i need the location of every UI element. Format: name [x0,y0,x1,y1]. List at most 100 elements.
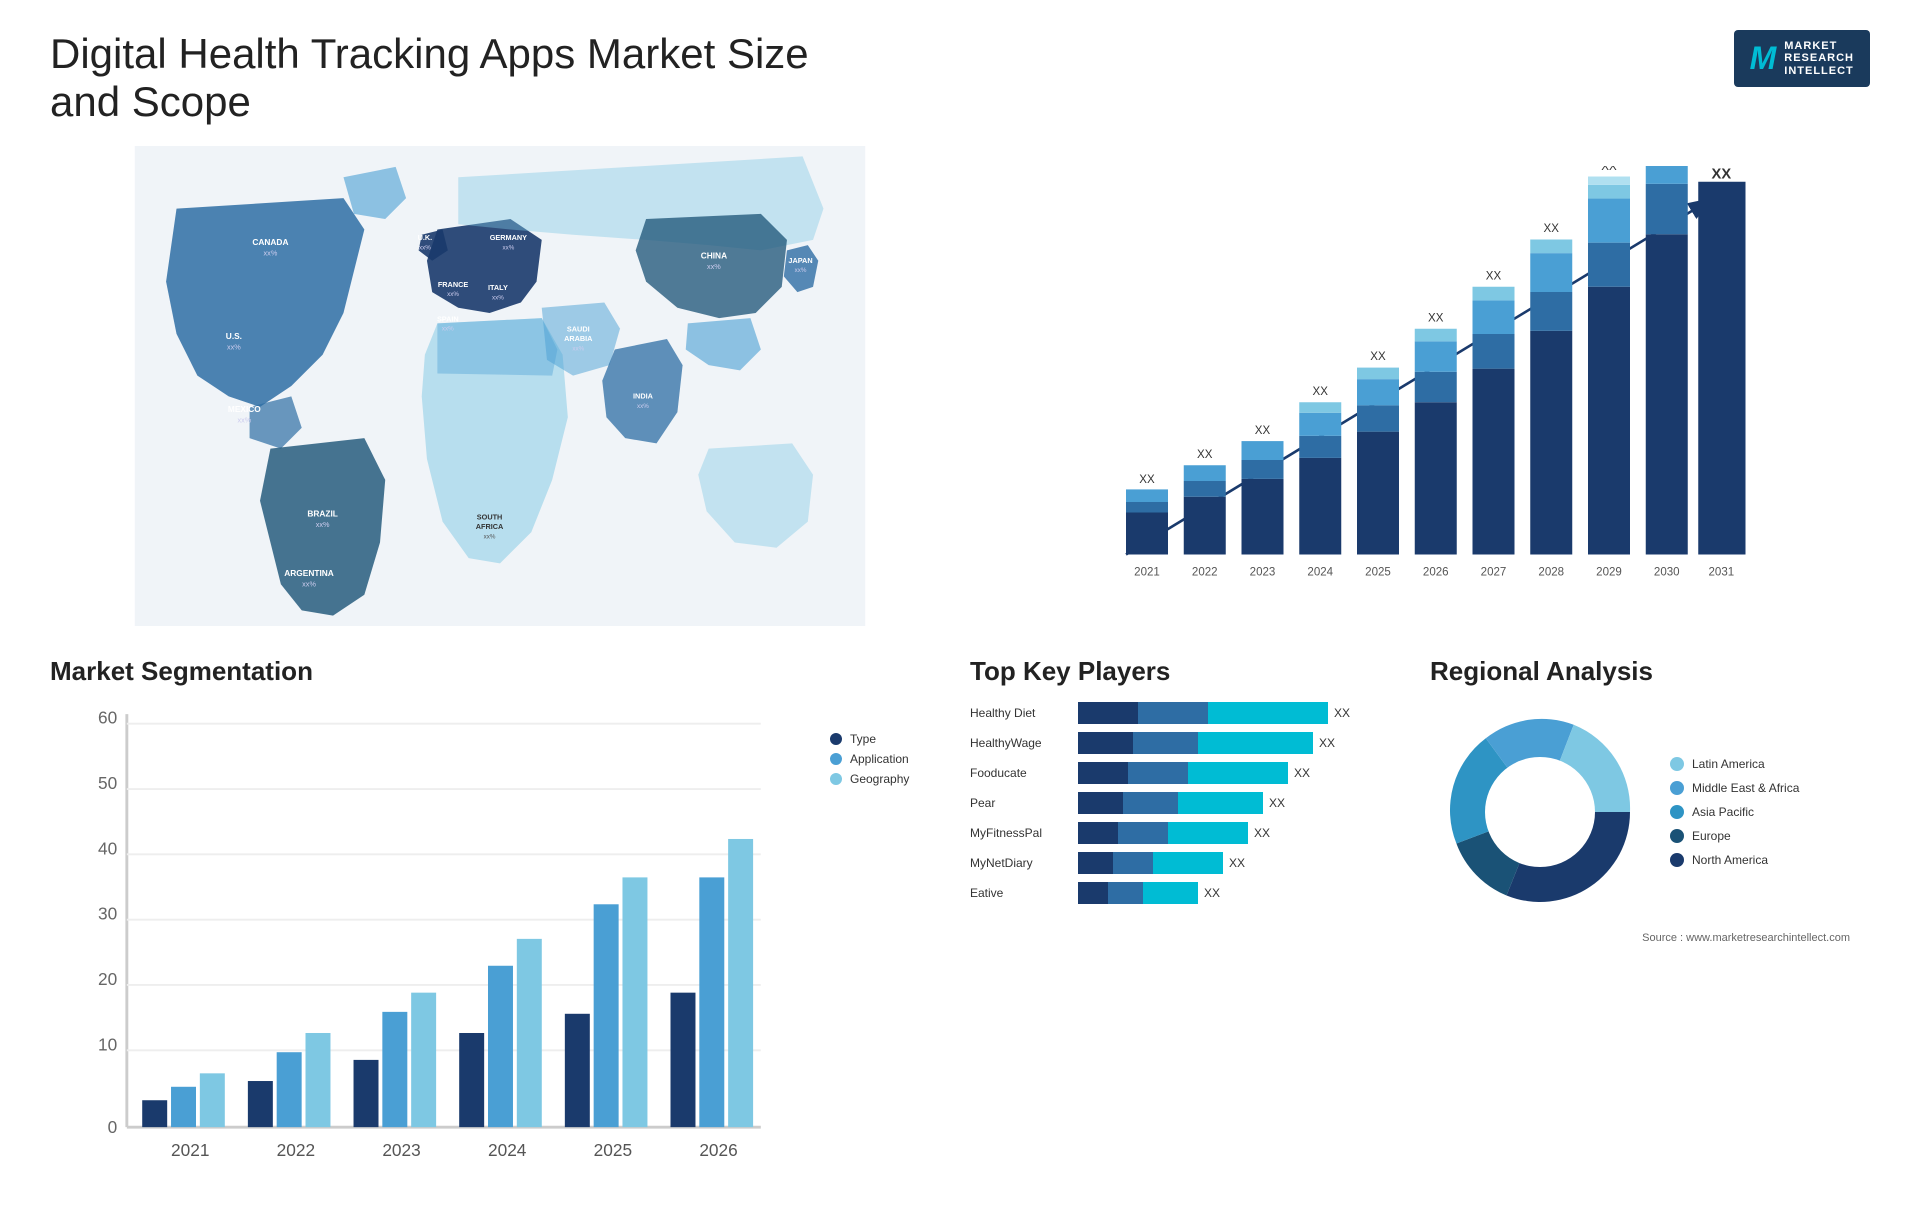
player-xx-myfitnesspal: XX [1254,826,1270,840]
seg3 [1168,822,1248,844]
legend-label-application: Application [850,752,909,766]
svg-text:xx%: xx% [795,267,807,274]
svg-text:xx%: xx% [237,416,251,425]
svg-text:xx%: xx% [316,520,330,529]
legend-label-latin-america: Latin America [1692,757,1765,771]
svg-text:20: 20 [98,969,117,989]
svg-text:2022: 2022 [277,1140,315,1160]
regional-section: Regional Analysis [1430,646,1870,1216]
player-name-mynetdiary: MyNetDiary [970,856,1070,870]
legend-label-asia-pacific: Asia Pacific [1692,805,1754,819]
seg1 [1078,732,1133,754]
svg-text:0: 0 [108,1117,118,1137]
player-xx-pear: XX [1269,796,1285,810]
source-area: Source : www.marketresearchintellect.com [1430,932,1870,944]
regional-legend: Latin America Middle East & Africa Asia … [1670,757,1799,867]
svg-text:40: 40 [98,838,117,858]
world-map-section: CANADA xx% U.S. xx% MEXICO xx% BRAZIL xx… [50,146,950,626]
player-bar-segs-eative [1078,882,1198,904]
seg2 [1138,702,1208,724]
seg2 [1118,822,1168,844]
legend-label-europe: Europe [1692,829,1731,843]
svg-text:SAUDI: SAUDI [567,325,590,334]
svg-text:SPAIN: SPAIN [437,314,459,323]
bottom-right: Top Key Players Healthy Diet XX [970,646,1870,1216]
svg-text:xx%: xx% [302,579,316,588]
svg-text:U.K.: U.K. [418,233,433,242]
legend-dot-europe [1670,829,1684,843]
growth-chart-wrapper: XX XX XX XX [990,166,1850,586]
svg-text:XX: XX [1486,270,1502,282]
legend-label-middle-east: Middle East & Africa [1692,781,1799,795]
segmentation-content: 60 50 40 30 20 10 0 [50,702,950,1206]
svg-text:2031: 2031 [1709,567,1735,579]
donut-chart-wrapper [1430,702,1650,922]
legend-item-asia-pacific: Asia Pacific [1670,805,1799,819]
svg-text:2026: 2026 [699,1140,737,1160]
legend-label-geography: Geography [850,772,909,786]
svg-text:JAPAN: JAPAN [788,256,812,265]
player-row-eative: Eative XX [970,882,1410,904]
svg-text:CHINA: CHINA [701,251,727,261]
player-row-fooducate: Fooducate XX [970,762,1410,784]
svg-text:XX: XX [1313,386,1329,398]
svg-text:ARGENTINA: ARGENTINA [284,568,334,578]
segmentation-title: Market Segmentation [50,656,950,687]
seg3 [1198,732,1313,754]
svg-text:xx%: xx% [419,244,431,251]
legend-dot-middle-east [1670,781,1684,795]
seg1 [1078,792,1123,814]
logo-letter: M [1750,40,1777,77]
svg-text:2030: 2030 [1654,567,1680,579]
legend-dot-type [830,733,842,745]
player-row-healthywage: HealthyWage XX [970,732,1410,754]
key-players-title: Top Key Players [970,656,1410,687]
regional-title: Regional Analysis [1430,656,1870,687]
svg-text:MEXICO: MEXICO [228,404,261,414]
player-xx-fooducate: XX [1294,766,1310,780]
svg-text:AFRICA: AFRICA [476,522,504,531]
legend-label-type: Type [850,732,876,746]
svg-text:FRANCE: FRANCE [438,280,469,289]
svg-text:xx%: xx% [502,244,514,251]
player-name-healthydiet: Healthy Diet [970,706,1070,720]
player-xx-eative: XX [1204,886,1220,900]
svg-text:2025: 2025 [594,1140,632,1160]
svg-text:50: 50 [98,773,117,793]
segmentation-section: Market Segmentation 60 50 40 30 20 [50,646,950,1216]
seg1 [1078,762,1128,784]
regional-content: Latin America Middle East & Africa Asia … [1430,702,1870,922]
logo: M MARKET RESEARCH INTELLECT [1734,30,1870,87]
svg-text:ARABIA: ARABIA [564,334,593,343]
svg-text:2021: 2021 [1134,567,1160,579]
legend-dot-application [830,753,842,765]
svg-text:INDIA: INDIA [633,392,654,401]
player-name-eative: Eative [970,886,1070,900]
legend-item-geography: Geography [830,772,950,786]
svg-text:xx%: xx% [572,346,584,353]
svg-text:U.S.: U.S. [226,331,242,341]
svg-text:xx%: xx% [227,342,241,351]
segmentation-svg: 60 50 40 30 20 10 0 [50,702,780,1206]
seg3 [1143,882,1198,904]
svg-text:XX: XX [1139,474,1155,486]
svg-text:2026: 2026 [1423,567,1449,579]
svg-text:2022: 2022 [1192,567,1218,579]
svg-text:xx%: xx% [442,326,454,333]
svg-text:xx%: xx% [637,403,649,410]
player-name-fooducate: Fooducate [970,766,1070,780]
world-map-svg: CANADA xx% U.S. xx% MEXICO xx% BRAZIL xx… [50,146,950,626]
growth-chart-section: XX XX XX XX [970,146,1870,626]
svg-text:2028: 2028 [1538,567,1564,579]
legend-dot-north-america [1670,853,1684,867]
svg-text:xx%: xx% [447,291,459,298]
legend-item-middle-east: Middle East & Africa [1670,781,1799,795]
seg2 [1113,852,1153,874]
svg-text:BRAZIL: BRAZIL [307,508,338,518]
legend-dot-asia-pacific [1670,805,1684,819]
seg2 [1108,882,1143,904]
player-row-mynetdiary: MyNetDiary XX [970,852,1410,874]
player-bar-segs-fooducate [1078,762,1288,784]
svg-text:30: 30 [98,904,117,924]
seg3 [1178,792,1263,814]
